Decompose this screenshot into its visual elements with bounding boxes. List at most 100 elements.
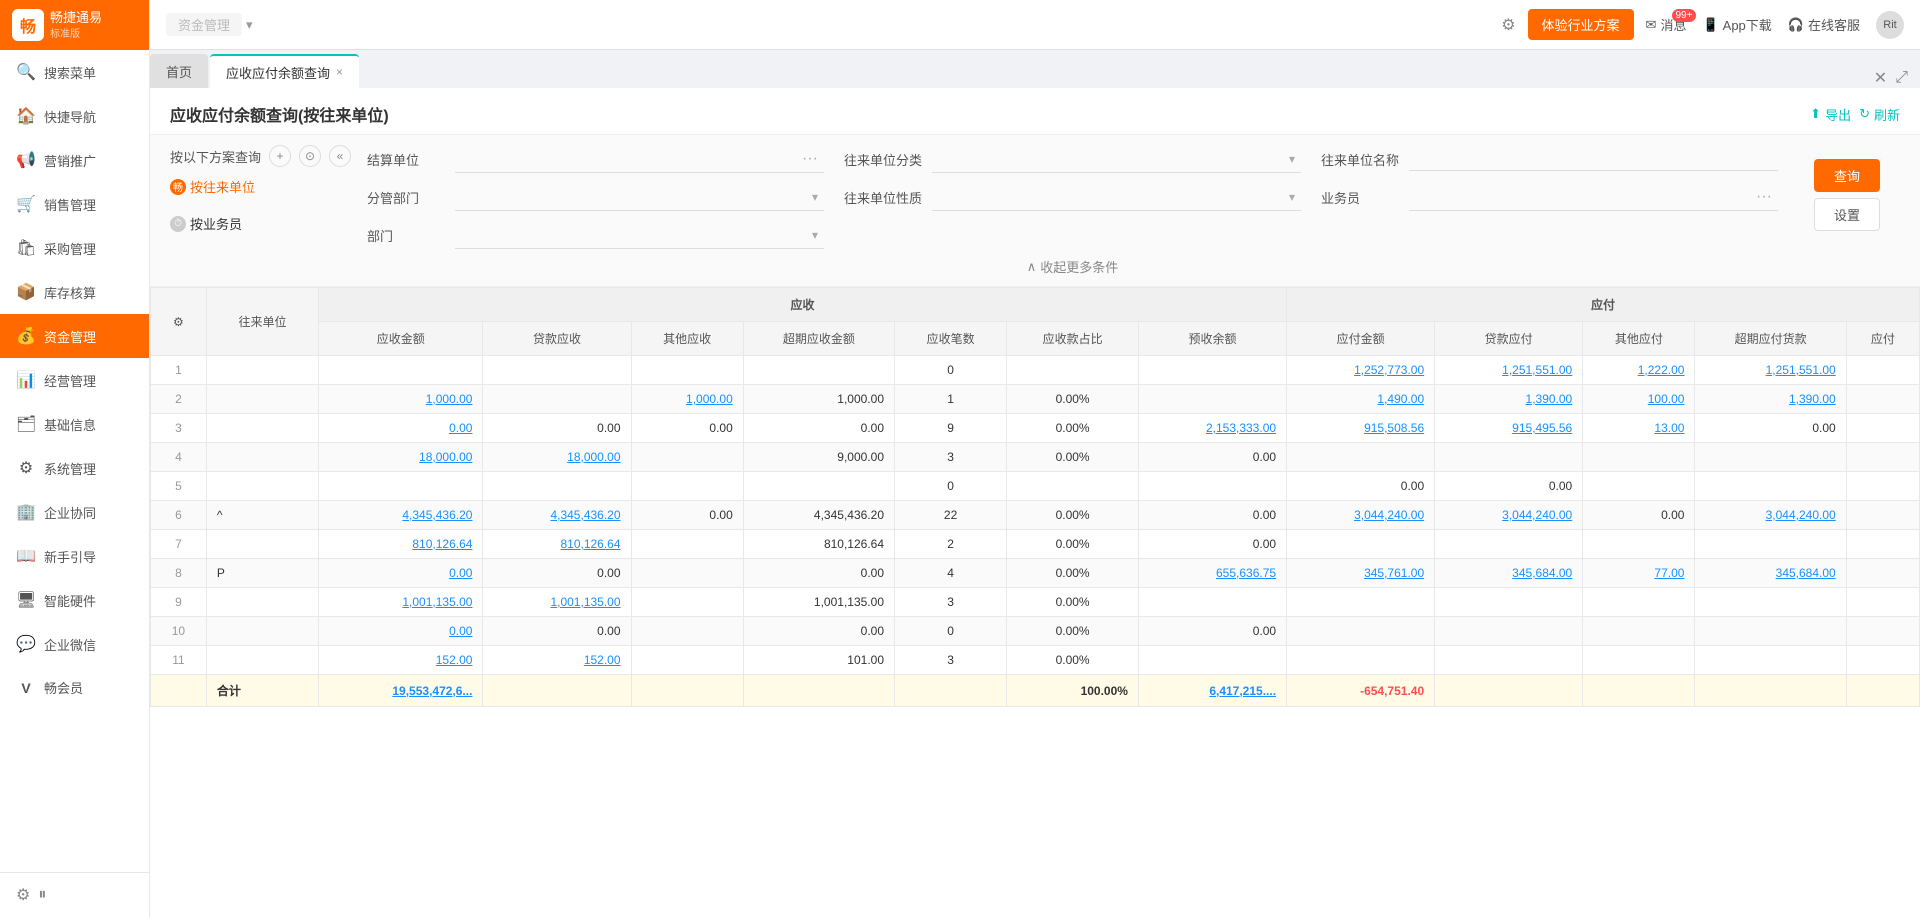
- message-btn[interactable]: ✉ 消息 99+: [1646, 15, 1687, 34]
- table-cell[interactable]: 0.00: [319, 617, 483, 646]
- table-cell[interactable]: 915,495.56: [1435, 414, 1583, 443]
- table-cell[interactable]: 0.00: [319, 559, 483, 588]
- tab-close-icon[interactable]: ×: [336, 65, 343, 79]
- sidebar-item-guide[interactable]: 📖 新手引导: [0, 534, 149, 578]
- partner-nature-caret-icon[interactable]: ▾: [1289, 190, 1295, 204]
- table-cell[interactable]: 77.00: [1583, 559, 1695, 588]
- sidebar-collapse-icon[interactable]: ⏸: [38, 886, 46, 904]
- tab-home[interactable]: 首页: [150, 54, 208, 88]
- salesperson-input[interactable]: [1415, 185, 1756, 208]
- table-cell[interactable]: 152.00: [483, 646, 631, 675]
- table-cell[interactable]: 345,761.00: [1287, 559, 1435, 588]
- sidebar-item-inventory[interactable]: 📦 库存核算: [0, 270, 149, 314]
- tab-close-window-icon[interactable]: ✕: [1874, 68, 1887, 88]
- tab-actions: ✕ ⤢: [1862, 68, 1920, 88]
- settings-button[interactable]: 设置: [1814, 198, 1880, 231]
- table-cell[interactable]: 1,001,135.00: [319, 588, 483, 617]
- partner-category-caret-icon[interactable]: ▾: [1289, 152, 1295, 166]
- table-cell: 3: [895, 588, 1007, 617]
- sidebar-item-base-info[interactable]: 🗂 基础信息: [0, 402, 149, 446]
- branch-dept-input[interactable]: [461, 185, 812, 208]
- app-download-btn[interactable]: 📱 App下载: [1702, 15, 1771, 34]
- sidebar-item-purchase[interactable]: 🛍 采购管理: [0, 226, 149, 270]
- table-cell[interactable]: 1,251,551.00: [1435, 356, 1583, 385]
- table-cell: [206, 472, 318, 501]
- table-cell[interactable]: 2,153,333.00: [1138, 414, 1286, 443]
- table-cell: [1583, 443, 1695, 472]
- table-cell[interactable]: 345,684.00: [1435, 559, 1583, 588]
- partner-nature-input[interactable]: [938, 185, 1289, 208]
- table-cell[interactable]: 915,508.56: [1287, 414, 1435, 443]
- refresh-button[interactable]: ↻ 刷新: [1859, 105, 1900, 124]
- user-avatar[interactable]: Rit: [1876, 11, 1904, 39]
- online-service-btn[interactable]: 🎧 在线客服: [1788, 15, 1860, 34]
- filter-collapse-btn[interactable]: «: [329, 145, 351, 167]
- partner-category-input[interactable]: [938, 147, 1289, 170]
- jiesuan-unit-input[interactable]: [461, 147, 802, 170]
- filter-collapse-area: ∧ 收起更多条件: [367, 257, 1778, 276]
- sidebar-item-enterprise[interactable]: 🏢 企业协同: [0, 490, 149, 534]
- table-cell[interactable]: 1,000.00: [631, 385, 743, 414]
- sidebar-item-system[interactable]: ⚙ 系统管理: [0, 446, 149, 490]
- sidebar-item-hardware[interactable]: 🖥 智能硬件: [0, 578, 149, 622]
- table-cell[interactable]: 18,000.00: [319, 443, 483, 472]
- table-cell[interactable]: 3,044,240.00: [1695, 501, 1846, 530]
- sidebar-item-search-menu[interactable]: 🔍 搜索菜单: [0, 50, 149, 94]
- table-cell[interactable]: 810,126.64: [319, 530, 483, 559]
- table-cell[interactable]: 18,000.00: [483, 443, 631, 472]
- table-cell[interactable]: 655,636.75: [1138, 559, 1286, 588]
- table-cell: [631, 559, 743, 588]
- table-cell[interactable]: 1,251,551.00: [1695, 356, 1846, 385]
- scheme-by-partner[interactable]: 畅 按往来单位: [170, 177, 351, 196]
- dept-input[interactable]: [461, 223, 812, 246]
- sidebar-item-member[interactable]: V 畅会员: [0, 666, 149, 709]
- sidebar-item-sales[interactable]: 🛒 销售管理: [0, 182, 149, 226]
- table-cell[interactable]: 4,345,436.20: [483, 501, 631, 530]
- filter-settings-btn[interactable]: ⊙: [299, 145, 321, 167]
- filter-add-btn[interactable]: +: [269, 145, 291, 167]
- table-cell[interactable]: 3,044,240.00: [1435, 501, 1583, 530]
- table-cell: 0.00: [631, 414, 743, 443]
- promo-button[interactable]: 体验行业方案: [1528, 9, 1634, 40]
- salesperson-dots-icon[interactable]: ···: [1756, 188, 1772, 206]
- collapse-more-btn[interactable]: ∧ 收起更多条件: [1027, 257, 1119, 276]
- table-cell[interactable]: 810,126.64: [483, 530, 631, 559]
- export-button[interactable]: ⬆ 导出: [1810, 105, 1851, 124]
- sidebar-item-quick-nav[interactable]: 🏠 快捷导航: [0, 94, 149, 138]
- jiesuan-dots-icon[interactable]: ···: [802, 150, 818, 168]
- branch-dept-caret-icon[interactable]: ▾: [812, 190, 818, 204]
- table-cell[interactable]: 13.00: [1583, 414, 1695, 443]
- tab-expand-icon[interactable]: ⤢: [1895, 69, 1908, 87]
- table-cell[interactable]: 1,000.00: [319, 385, 483, 414]
- table-cell[interactable]: 1,001,135.00: [483, 588, 631, 617]
- sidebar-item-finance[interactable]: 💰 资金管理: [0, 314, 149, 358]
- table-cell[interactable]: 3,044,240.00: [1287, 501, 1435, 530]
- sidebar-item-marketing[interactable]: 📢 营销推广: [0, 138, 149, 182]
- col-settings-header[interactable]: ⚙: [151, 288, 207, 356]
- table-cell[interactable]: 4,345,436.20: [319, 501, 483, 530]
- table-cell[interactable]: 1,222.00: [1583, 356, 1695, 385]
- query-button[interactable]: 查询: [1814, 159, 1880, 192]
- table-cell[interactable]: 1,390.00: [1435, 385, 1583, 414]
- table-cell[interactable]: 1,490.00: [1287, 385, 1435, 414]
- table-cell: [206, 414, 318, 443]
- col-ap-col5: 应付: [1846, 322, 1919, 356]
- app-icon: 📱: [1702, 17, 1718, 33]
- topbar-gear-icon[interactable]: ⚙: [1501, 15, 1515, 35]
- table-cell[interactable]: 1,390.00: [1695, 385, 1846, 414]
- sidebar-item-weixin[interactable]: 💬 企业微信: [0, 622, 149, 666]
- table-cell[interactable]: 345,684.00: [1695, 559, 1846, 588]
- sidebar-settings-icon[interactable]: ⚙: [16, 885, 30, 905]
- dept-caret-icon[interactable]: ▾: [812, 228, 818, 242]
- scheme-by-salesperson[interactable]: ⏱ 按业务员: [170, 214, 351, 233]
- table-cell: [1583, 617, 1695, 646]
- table-cell[interactable]: 100.00: [1583, 385, 1695, 414]
- table-cell[interactable]: 0.00: [319, 414, 483, 443]
- sidebar-item-operations[interactable]: 📊 经营管理: [0, 358, 149, 402]
- tab-ar-ap-query[interactable]: 应收应付余额查询 ×: [210, 54, 359, 88]
- table-cell[interactable]: 152.00: [319, 646, 483, 675]
- summary-ap-overdue: [1695, 675, 1846, 707]
- summary-ar-amount: 19,553,472,6...: [319, 675, 483, 707]
- partner-name-input[interactable]: [1409, 147, 1778, 171]
- table-cell[interactable]: 1,252,773.00: [1287, 356, 1435, 385]
